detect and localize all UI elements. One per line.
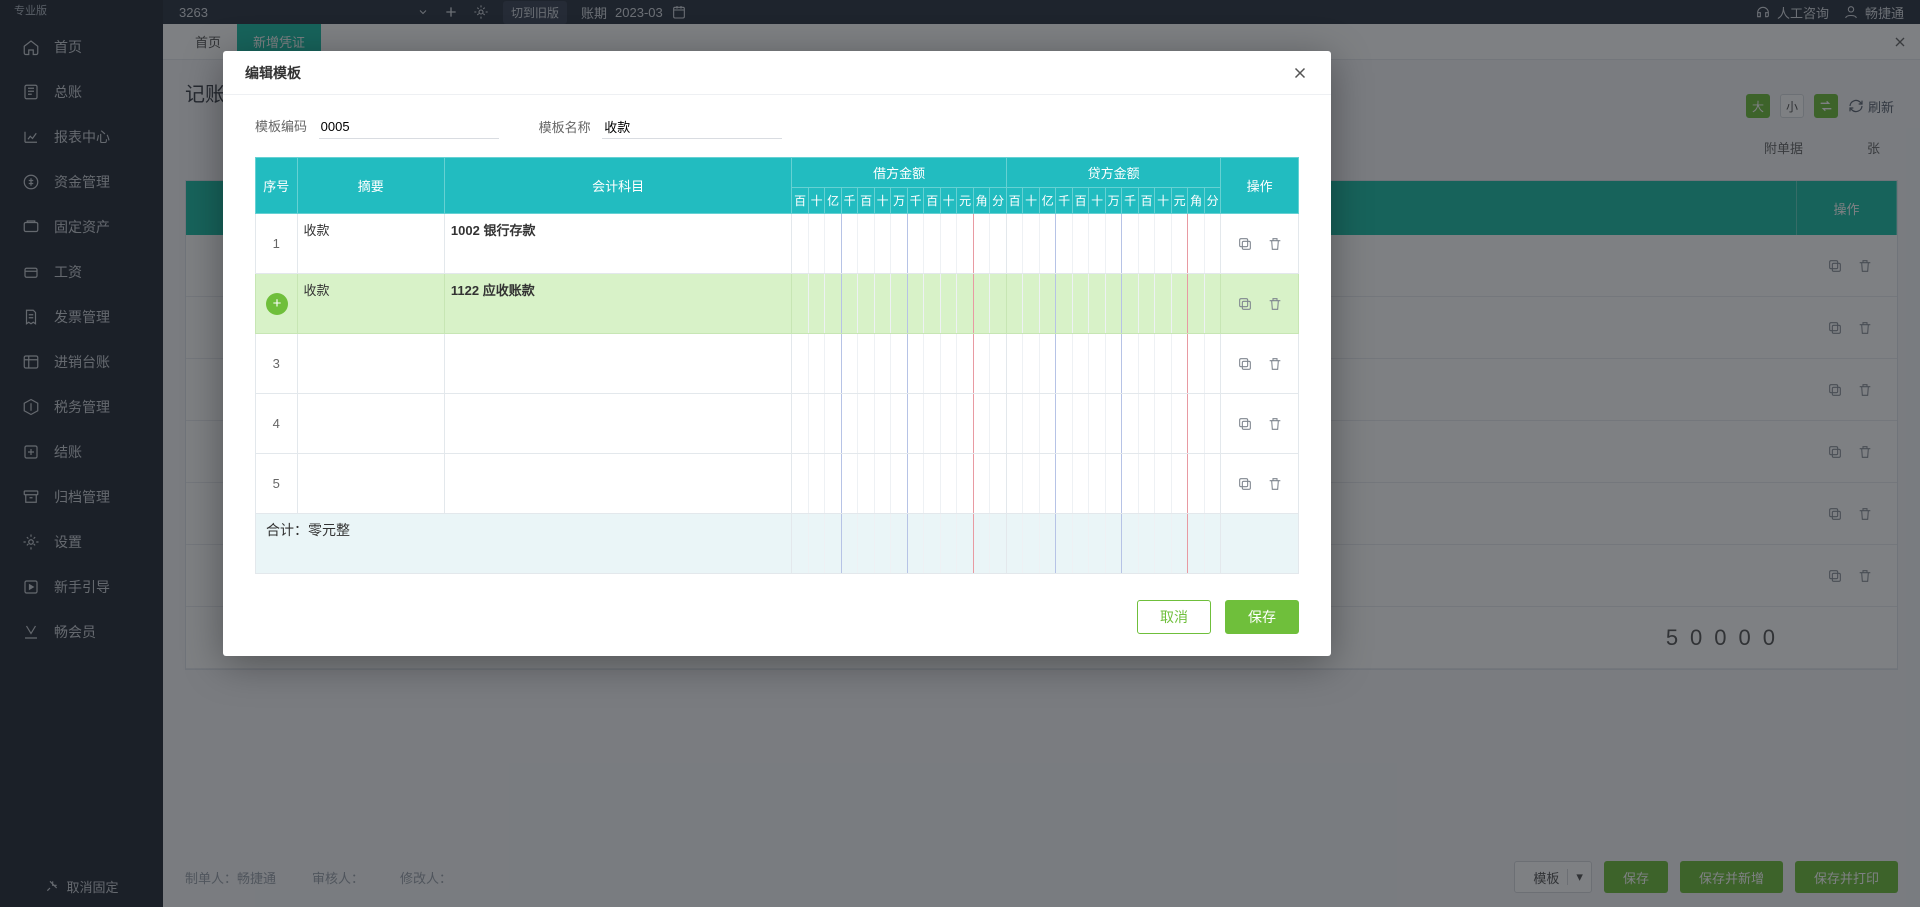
cancel-button[interactable]: 取消: [1137, 600, 1211, 634]
unit-header: 百: [792, 188, 809, 214]
row-debit[interactable]: [792, 394, 1007, 454]
col-summary: 摘要: [297, 158, 444, 214]
trash-icon[interactable]: [1267, 416, 1283, 432]
row-account[interactable]: [444, 394, 791, 454]
unit-header: 百: [1072, 188, 1089, 214]
modal-title: 编辑模板: [245, 63, 301, 83]
unit-header: 角: [1188, 188, 1205, 214]
col-credit: 贷方金额: [1006, 158, 1221, 188]
row-index: 3: [256, 334, 298, 394]
unit-header: 十: [1155, 188, 1172, 214]
row-summary[interactable]: 收款: [297, 274, 444, 334]
row-index: 4: [256, 394, 298, 454]
code-input[interactable]: [319, 115, 499, 139]
row-ops: [1221, 394, 1299, 454]
copy-icon[interactable]: [1237, 416, 1253, 432]
row-account[interactable]: 1122 应收账款: [444, 274, 791, 334]
unit-header: 分: [990, 188, 1007, 214]
row-debit[interactable]: [792, 274, 1007, 334]
template-row[interactable]: 3: [256, 334, 1299, 394]
col-index: 序号: [256, 158, 298, 214]
row-account[interactable]: [444, 454, 791, 514]
name-label: 模板名称: [539, 120, 591, 135]
row-credit[interactable]: [1006, 274, 1221, 334]
row-index: 5: [256, 454, 298, 514]
row-credit[interactable]: [1006, 334, 1221, 394]
row-debit[interactable]: [792, 214, 1007, 274]
copy-icon[interactable]: [1237, 236, 1253, 252]
col-ops: 操作: [1221, 158, 1299, 214]
add-row-button[interactable]: +: [266, 293, 288, 315]
unit-header: 十: [940, 188, 957, 214]
row-account[interactable]: 1002 银行存款: [444, 214, 791, 274]
modal-close[interactable]: [1291, 64, 1309, 82]
template-row[interactable]: 4: [256, 394, 1299, 454]
unit-header: 分: [1204, 188, 1221, 214]
template-row[interactable]: + 收款1122 应收账款: [256, 274, 1299, 334]
row-account[interactable]: [444, 334, 791, 394]
col-account: 会计科目: [444, 158, 791, 214]
unit-header: 百: [858, 188, 875, 214]
unit-header: 千: [1122, 188, 1139, 214]
row-credit[interactable]: [1006, 454, 1221, 514]
unit-header: 十: [874, 188, 891, 214]
unit-header: 亿: [825, 188, 842, 214]
unit-header: 元: [1171, 188, 1188, 214]
row-debit[interactable]: [792, 454, 1007, 514]
col-debit: 借方金额: [792, 158, 1007, 188]
unit-header: 万: [891, 188, 908, 214]
unit-header: 千: [1056, 188, 1073, 214]
modal-footer: 取消 保存: [223, 584, 1331, 656]
row-summary[interactable]: [297, 454, 444, 514]
unit-header: 亿: [1039, 188, 1056, 214]
row-index: 1: [256, 214, 298, 274]
row-ops: [1221, 274, 1299, 334]
code-label: 模板编码: [255, 119, 307, 134]
row-summary[interactable]: [297, 334, 444, 394]
modal-header: 编辑模板: [223, 51, 1331, 95]
row-ops: [1221, 454, 1299, 514]
copy-icon[interactable]: [1237, 296, 1253, 312]
edit-template-modal: 编辑模板 模板编码 模板名称 序号 摘要 会计科目 借方金额 贷: [223, 51, 1331, 656]
trash-icon[interactable]: [1267, 356, 1283, 372]
row-credit[interactable]: [1006, 214, 1221, 274]
row-credit[interactable]: [1006, 394, 1221, 454]
unit-header: 千: [907, 188, 924, 214]
name-input[interactable]: [602, 115, 782, 139]
template-row[interactable]: 1收款1002 银行存款: [256, 214, 1299, 274]
trash-icon[interactable]: [1267, 296, 1283, 312]
row-ops: [1221, 334, 1299, 394]
copy-icon[interactable]: [1237, 476, 1253, 492]
row-summary[interactable]: 收款: [297, 214, 444, 274]
unit-header: 角: [973, 188, 990, 214]
unit-header: 百: [924, 188, 941, 214]
row-index: +: [256, 274, 298, 334]
unit-header: 十: [1089, 188, 1106, 214]
unit-header: 百: [1138, 188, 1155, 214]
template-table: 序号 摘要 会计科目 借方金额 贷方金额 操作 百十亿千百十万千百十元角分百十亿…: [255, 157, 1299, 574]
total-label: 合计：零元整: [256, 514, 792, 574]
close-icon: [1291, 64, 1309, 82]
row-debit[interactable]: [792, 334, 1007, 394]
row-summary[interactable]: [297, 394, 444, 454]
template-row[interactable]: 5: [256, 454, 1299, 514]
save-button[interactable]: 保存: [1225, 600, 1299, 634]
trash-icon[interactable]: [1267, 476, 1283, 492]
modal-form: 模板编码 模板名称: [255, 115, 1299, 139]
unit-header: 百: [1006, 188, 1023, 214]
trash-icon[interactable]: [1267, 236, 1283, 252]
unit-header: 万: [1105, 188, 1122, 214]
unit-header: 千: [841, 188, 858, 214]
modal-body: 模板编码 模板名称 序号 摘要 会计科目 借方金额 贷方金额 操作 百十亿千百十…: [223, 95, 1331, 584]
copy-icon[interactable]: [1237, 356, 1253, 372]
unit-header: 元: [957, 188, 974, 214]
unit-header: 十: [1023, 188, 1040, 214]
row-ops: [1221, 214, 1299, 274]
unit-header: 十: [808, 188, 825, 214]
